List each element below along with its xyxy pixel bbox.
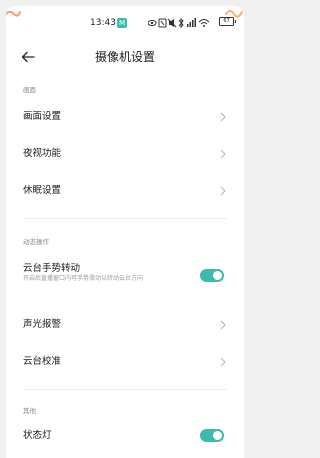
- notification-badge-icon: M: [117, 18, 127, 28]
- settings-item-picture-settings[interactable]: 画面设置: [6, 103, 244, 131]
- section-divider: [23, 389, 227, 390]
- status-time: 13:43: [90, 18, 116, 28]
- header: 摄像机设置: [6, 44, 244, 70]
- bluetooth-off-icon: [178, 17, 184, 29]
- item-label: 画面设置: [23, 111, 62, 122]
- status-light-toggle[interactable]: [200, 429, 224, 442]
- status-bar: 13:43 M 67: [6, 6, 244, 32]
- item-label: 声光报警: [23, 319, 62, 330]
- chevron-right-icon: [220, 112, 226, 122]
- nfc-icon: [158, 18, 167, 28]
- settings-item-sleep[interactable]: 休眠设置: [6, 177, 244, 205]
- toggle-knob: [213, 431, 222, 440]
- item-label: 夜视功能: [23, 148, 62, 159]
- settings-item-gesture-pan[interactable]: 云台手势转动 开启后直播窗口内可手势滑动以转动云台方向: [6, 255, 244, 295]
- item-label: 云台校准: [23, 356, 62, 367]
- item-description: 开启后直播窗口内可手势滑动以转动云台方向: [23, 275, 144, 282]
- item-label: 云台手势转动: [23, 263, 81, 274]
- settings-item-sound-light-alarm[interactable]: 声光报警: [6, 311, 244, 339]
- section-label-dynamic-operation: 动态操作: [23, 238, 49, 246]
- item-label: 状态灯: [23, 430, 52, 441]
- section-label-picture: 画面: [23, 86, 36, 94]
- page-title: 摄像机设置: [94, 50, 155, 64]
- settings-item-ptz-calibration[interactable]: 云台校准: [6, 348, 244, 376]
- item-label: 休眠设置: [23, 185, 62, 196]
- chevron-right-icon: [220, 186, 226, 196]
- toggle-knob: [213, 271, 222, 280]
- settings-page: 13:43 M 67 摄像机设置 画面 画面设置 夜视功能 休眠设置 动态操作 …: [6, 6, 244, 458]
- chevron-right-icon: [220, 320, 226, 330]
- chevron-right-icon: [220, 149, 226, 159]
- settings-item-night-vision[interactable]: 夜视功能: [6, 140, 244, 168]
- chevron-right-icon: [220, 357, 226, 367]
- decoration-icon: [6, 10, 21, 17]
- section-divider: [23, 218, 227, 219]
- status-icons: [148, 17, 214, 29]
- mute-icon: [167, 18, 177, 28]
- section-label-other: 其他: [23, 407, 36, 415]
- decoration-icon: [225, 10, 243, 18]
- eye-icon: [148, 19, 157, 27]
- wifi-icon: [198, 19, 210, 27]
- gesture-pan-toggle[interactable]: [200, 269, 224, 282]
- signal-icon: [187, 18, 196, 27]
- settings-item-status-light[interactable]: 状态灯: [6, 422, 244, 450]
